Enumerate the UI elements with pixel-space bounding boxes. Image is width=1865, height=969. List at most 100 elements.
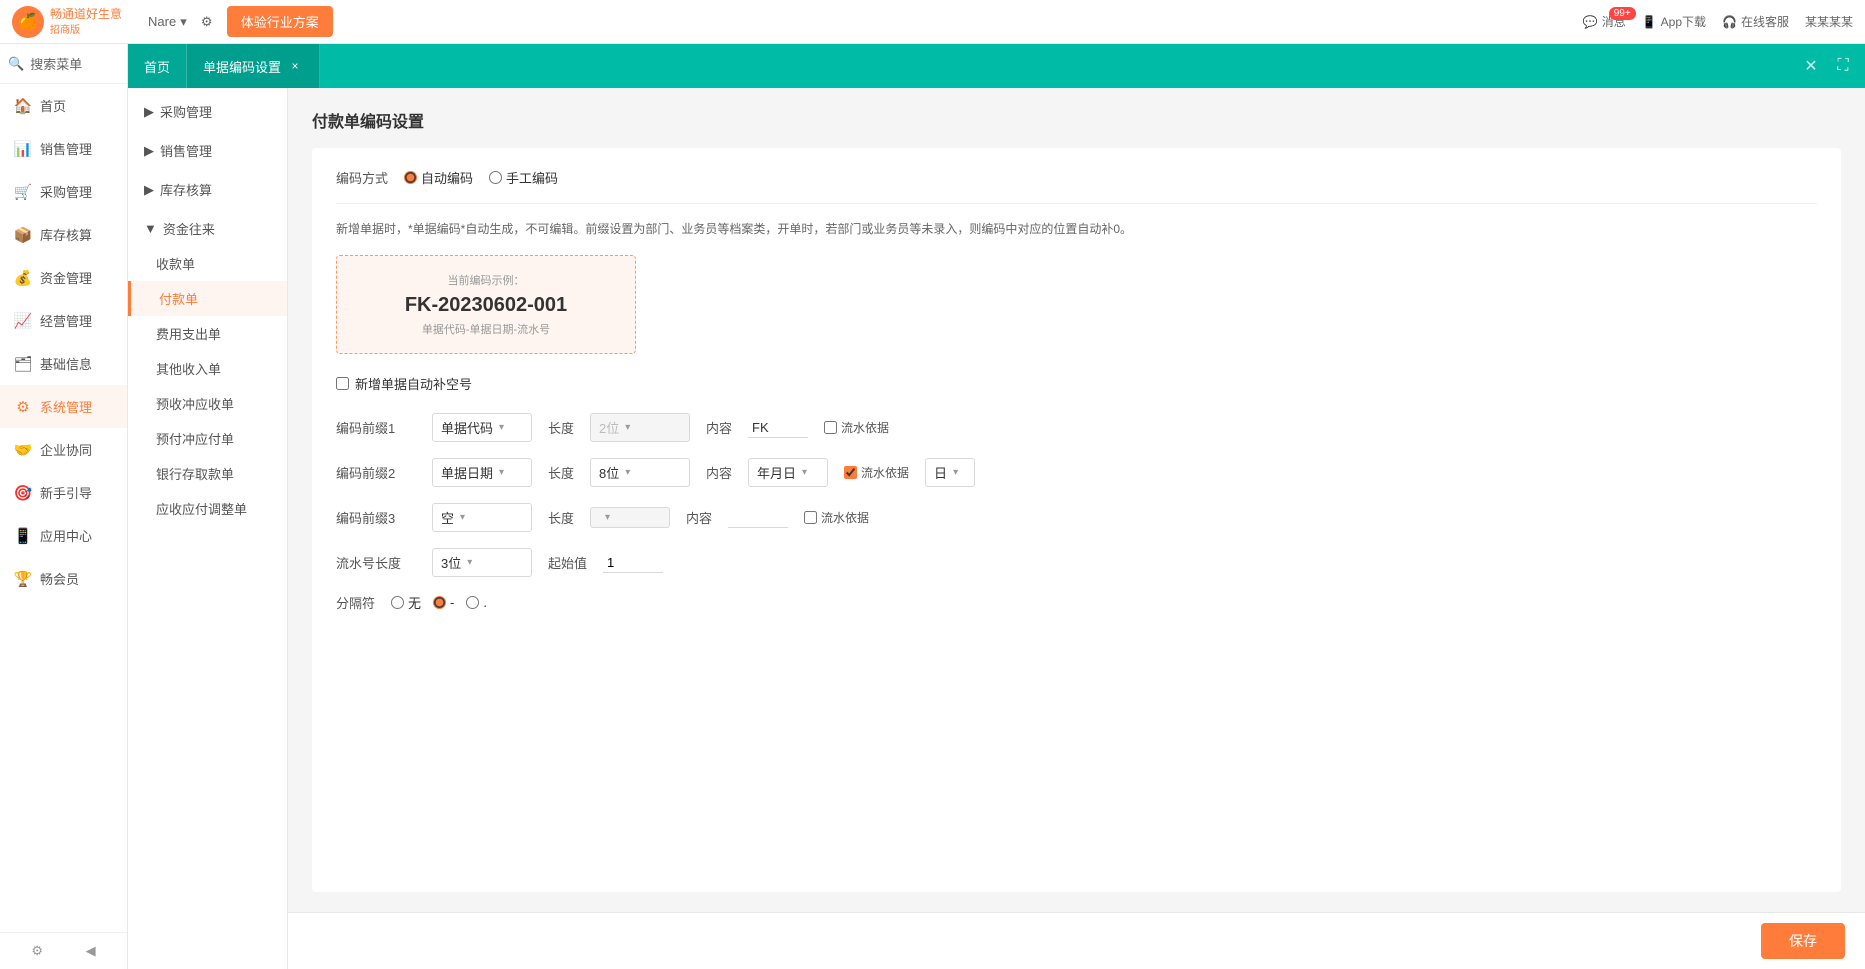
prefix-2-content-arrow-icon: ▾	[802, 467, 807, 478]
prefix-2-content-select[interactable]: 年月日 ▾	[748, 458, 828, 487]
sidebar-item-finance[interactable]: 💰 资金管理	[0, 256, 127, 299]
app-download-label: App下载	[1661, 13, 1706, 30]
sub-menu-purchase-toggle[interactable]: ▶ 采购管理	[128, 94, 287, 129]
auto-fill-checkbox[interactable]	[336, 377, 349, 390]
prefix-2-select[interactable]: 单据日期 ▾	[432, 458, 532, 487]
prefix-1-select[interactable]: 单据代码 ▾	[432, 413, 532, 442]
sub-menu-bank-deposit[interactable]: 银行存取款单	[128, 456, 287, 491]
sidebar-item-operation[interactable]: 📈 经营管理	[0, 299, 127, 342]
prefix-2-select-value: 单据日期	[441, 463, 493, 482]
message-item[interactable]: 💬 消息 99+	[1583, 13, 1626, 30]
collapse-icon[interactable]: ◀	[86, 943, 96, 959]
serial-label: 流水号长度	[336, 553, 416, 572]
tab-code-setting[interactable]: 单据编码设置 ×	[187, 44, 320, 88]
prefix-3-stream-cb[interactable]	[804, 511, 817, 524]
sub-menu-advance-receivable[interactable]: 预收冲应收单	[128, 386, 287, 421]
user-info[interactable]: 某某某某	[1805, 13, 1853, 30]
sidebar-item-corp-label: 企业协同	[40, 440, 92, 459]
prefix-2-stream-cb[interactable]	[844, 466, 857, 479]
app-download-item[interactable]: 📱 App下载	[1642, 13, 1706, 30]
nav-select[interactable]: Nare ▾	[148, 14, 187, 30]
manual-encoding-radio[interactable]	[489, 171, 502, 184]
main-content: 首页 单据编码设置 × ✕ ⛶ ▶ 采购管理	[128, 44, 1865, 969]
sidebar-item-home[interactable]: 🏠 首页	[0, 84, 127, 127]
sep-dot-radio[interactable]	[466, 596, 479, 609]
sep-dot-option[interactable]: .	[466, 595, 487, 610]
sidebar-item-sales-label: 销售管理	[40, 139, 92, 158]
prefix-3-content-input[interactable]	[728, 508, 788, 528]
sub-menu-sales-toggle[interactable]: ▶ 销售管理	[128, 133, 287, 168]
prefix-3-length-select[interactable]: ▾	[590, 507, 670, 528]
sep-none-radio[interactable]	[391, 596, 404, 609]
sub-menu-receipt[interactable]: 收款单	[128, 246, 287, 281]
sidebar-item-inventory[interactable]: 📦 库存核算	[0, 213, 127, 256]
bottom-settings-icon[interactable]: ⚙	[31, 943, 43, 959]
auto-fill-row[interactable]: 新增单据自动补空号	[336, 374, 1817, 393]
sub-menu-payable-adj-label: 应收应付调整单	[156, 499, 247, 518]
manual-encoding-option[interactable]: 手工编码	[489, 168, 558, 187]
sidebar-item-sales[interactable]: 📊 销售管理	[0, 127, 127, 170]
tab-maximize-button[interactable]: ⛶	[1829, 52, 1857, 80]
headset-icon: 🎧	[1722, 15, 1737, 29]
sub-menu-finance-toggle[interactable]: ▼ 资金往来	[128, 211, 287, 246]
sep-dash-option[interactable]: -	[433, 595, 454, 610]
sidebar-item-apps[interactable]: 📱 应用中心	[0, 514, 127, 557]
sidebar-item-guide-label: 新手引导	[40, 483, 92, 502]
sidebar-item-basic[interactable]: 🗂 基础信息	[0, 342, 127, 385]
logo-text: 畅通道好生意	[50, 7, 122, 21]
prefix-2-length-select[interactable]: 8位 ▾	[590, 458, 690, 487]
prefix-2-content-label: 内容	[706, 463, 732, 482]
online-service-label: 在线客服	[1741, 13, 1789, 30]
tab-close-icon[interactable]: ×	[287, 58, 303, 74]
prefix-2-length-arrow-icon: ▾	[625, 467, 630, 478]
sep-none-option[interactable]: 无	[391, 593, 421, 612]
prefix-2-stream-checkbox[interactable]: 流水依据	[844, 464, 909, 481]
sidebar-item-inventory-label: 库存核算	[40, 225, 92, 244]
sidebar-search[interactable]: 🔍 搜索菜单	[0, 44, 127, 84]
inventory-icon: 📦	[14, 226, 32, 244]
sub-menu-receipt-label: 收款单	[156, 254, 195, 273]
prefix-2-stream-unit-select[interactable]: 日 ▾	[925, 458, 975, 487]
sidebar-bottom: ⚙ ◀	[0, 932, 127, 969]
tab-close-button[interactable]: ✕	[1797, 52, 1825, 80]
settings-icon[interactable]: ⚙	[193, 8, 221, 36]
online-service-item[interactable]: 🎧 在线客服	[1722, 13, 1789, 30]
serial-length-select[interactable]: 3位 ▾	[432, 548, 532, 577]
sub-menu-inventory-toggle[interactable]: ▶ 库存核算	[128, 172, 287, 207]
sep-dash-radio[interactable]	[433, 596, 446, 609]
sidebar-item-corp[interactable]: 🤝 企业协同	[0, 428, 127, 471]
sidebar-item-purchase-label: 采购管理	[40, 182, 92, 201]
prefix-1-length-select[interactable]: 2位 ▾	[590, 413, 690, 442]
chevron-right-icon: ▶	[144, 104, 154, 120]
sidebar-item-member[interactable]: 🏆 畅会员	[0, 557, 127, 600]
search-icon: 🔍	[8, 56, 24, 72]
sub-menu-advance-payable[interactable]: 预付冲应付单	[128, 421, 287, 456]
logo-area: 🍊 畅通道好生意 招商版	[12, 6, 140, 38]
sub-menu-payment[interactable]: 付款单	[128, 281, 287, 316]
chevron-down-icon: ▾	[180, 14, 187, 30]
prefix-1-stream-cb[interactable]	[824, 421, 837, 434]
sidebar-item-purchase[interactable]: 🛒 采购管理	[0, 170, 127, 213]
tab-home[interactable]: 首页	[128, 44, 187, 88]
start-value-input[interactable]	[603, 553, 663, 573]
sub-menu-other-income[interactable]: 其他收入单	[128, 351, 287, 386]
prefix-3-select[interactable]: 空 ▾	[432, 503, 532, 532]
sub-menu-payment-label: 付款单	[159, 289, 198, 308]
prefix-3-stream-checkbox[interactable]: 流水依据	[804, 509, 869, 526]
logo-icon: 🍊	[12, 6, 44, 38]
prefix-row-1: 编码前缀1 单据代码 ▾ 长度 2位 ▾ 内容	[336, 413, 1817, 442]
auto-encoding-radio[interactable]	[404, 171, 417, 184]
prefix-1-stream-checkbox[interactable]: 流水依据	[824, 419, 889, 436]
basic-icon: 🗂	[14, 355, 32, 373]
save-button[interactable]: 保存	[1761, 923, 1845, 959]
trial-button[interactable]: 体验行业方案	[227, 6, 333, 37]
sidebar-item-system[interactable]: ⚙ 系统管理	[0, 385, 127, 428]
sidebar-item-guide[interactable]: 🎯 新手引导	[0, 471, 127, 514]
sub-menu-payable-adj[interactable]: 应收应付调整单	[128, 491, 287, 526]
prefix-3-stream-label: 流水依据	[821, 509, 869, 526]
prefix-3-select-value: 空	[441, 508, 454, 527]
auto-encoding-option[interactable]: 自动编码	[404, 168, 473, 187]
separator-options: 无 - .	[391, 593, 487, 612]
sub-menu-expense[interactable]: 费用支出单	[128, 316, 287, 351]
prefix-1-content-input[interactable]	[748, 418, 808, 438]
